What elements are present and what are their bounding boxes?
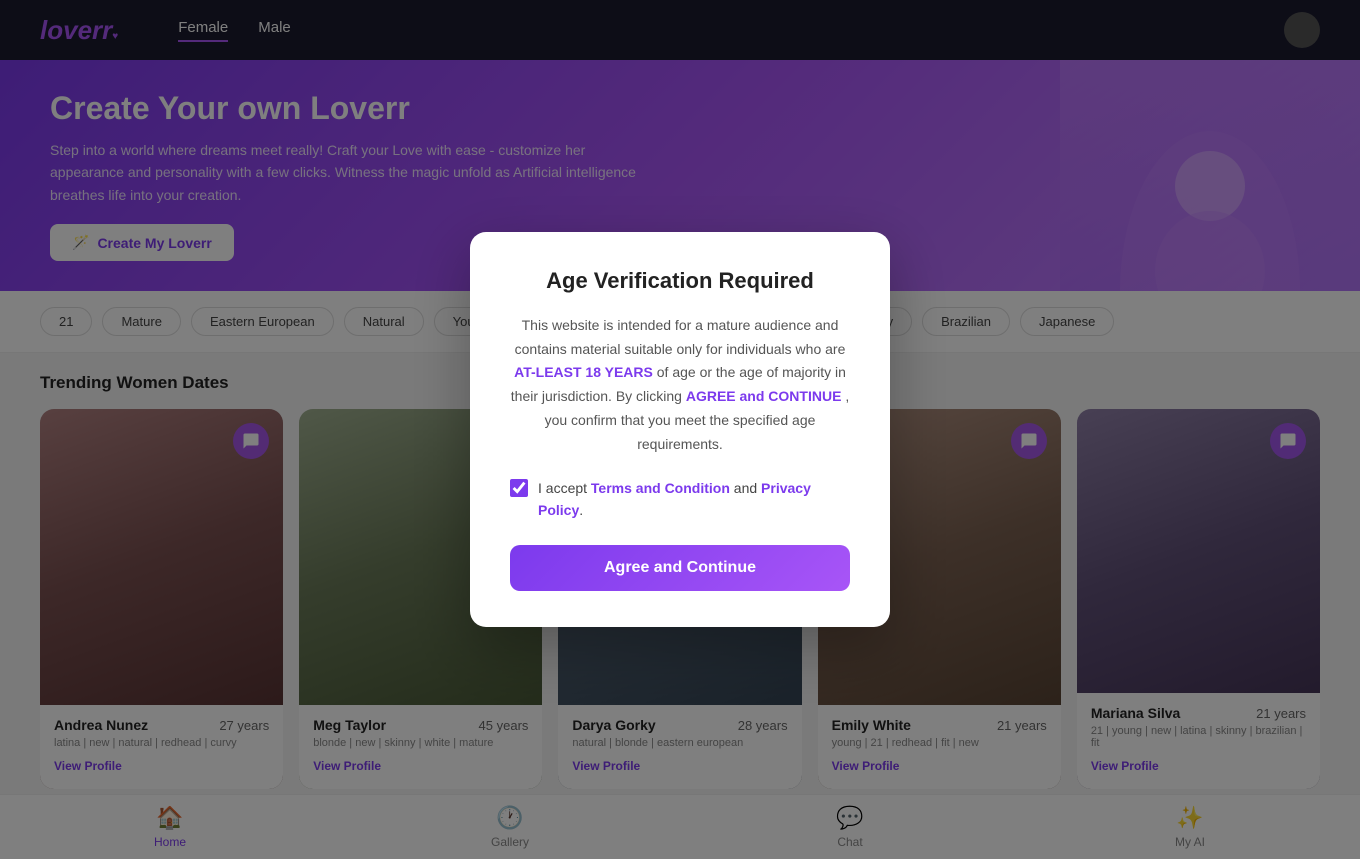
modal-agree-inline: AGREE and CONTINUE — [686, 388, 842, 404]
age-verification-modal: Age Verification Required This website i… — [470, 232, 890, 628]
and-text: and — [730, 480, 761, 496]
period: . — [579, 502, 583, 518]
accept-checkbox[interactable] — [510, 479, 528, 497]
modal-body-text: This website is intended for a mature au… — [515, 317, 846, 357]
modal-age-highlight: AT-LEAST 18 YEARS — [514, 364, 653, 380]
agree-continue-button[interactable]: Agree and Continue — [510, 545, 850, 591]
accept-prefix: I accept — [538, 480, 591, 496]
modal-body: This website is intended for a mature au… — [510, 314, 850, 457]
terms-link[interactable]: Terms and Condition — [591, 480, 730, 496]
modal-accept-row: I accept Terms and Condition and Privacy… — [510, 477, 850, 522]
accept-label: I accept Terms and Condition and Privacy… — [538, 477, 850, 522]
modal-title: Age Verification Required — [510, 268, 850, 294]
modal-overlay: Age Verification Required This website i… — [0, 0, 1360, 859]
